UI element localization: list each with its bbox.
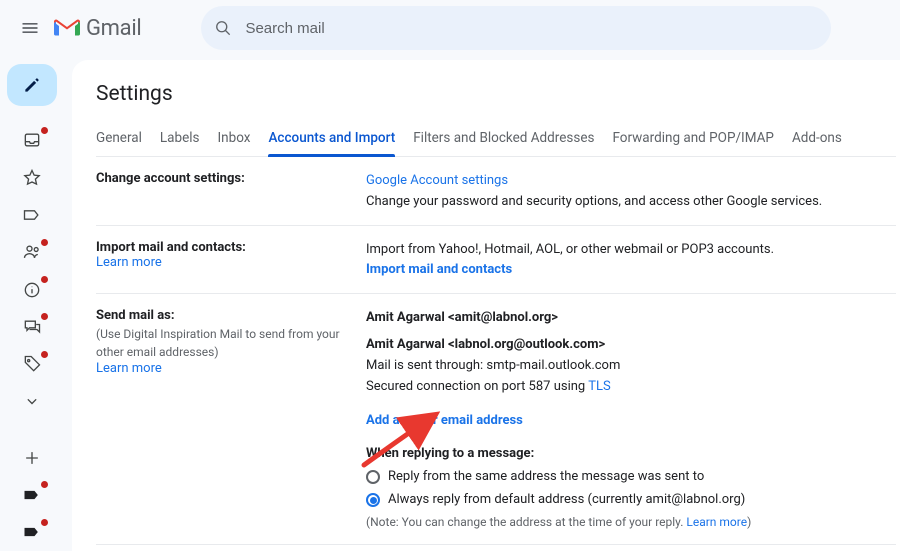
section-import: Import mail and contacts: Learn more Imp…: [96, 226, 896, 295]
people-icon: [22, 242, 42, 262]
section-check-mail: Check mail from other accounts: Learn mo…: [96, 545, 896, 551]
label-icon: [22, 205, 42, 225]
reply-option-default-address[interactable]: Always reply from default address (curre…: [366, 490, 896, 511]
compose-button[interactable]: [7, 64, 57, 106]
add-another-email-link[interactable]: Add another email address: [366, 413, 523, 428]
send-as-route: Mail is sent through: smtp-mail.outlook.…: [366, 356, 896, 377]
search-bar[interactable]: [201, 6, 831, 50]
settings-tabs: General Labels Inbox Accounts and Import…: [96, 124, 896, 157]
send-as-secondary: Amit Agarwal <labnol.org@outlook.com>: [366, 335, 896, 356]
sidebar-people-icon[interactable]: [18, 241, 46, 264]
reply-note-prefix: (Note: You can change the address at the…: [366, 515, 686, 529]
info-icon: [22, 280, 42, 300]
google-account-settings-link[interactable]: Google Account settings: [366, 173, 508, 188]
search-icon: [213, 18, 233, 38]
section-change-account: Change account settings: Google Account …: [96, 157, 896, 226]
reply-opt1-label: Reply from the same address the message …: [388, 467, 704, 488]
reply-note-learn-more-link[interactable]: Learn more: [686, 515, 747, 529]
send-as-sub: (Use Digital Inspiration Mail to send fr…: [96, 325, 350, 361]
plus-icon: [22, 448, 42, 468]
sidebar-more-toggle[interactable]: [18, 390, 46, 413]
import-title: Import mail and contacts:: [96, 240, 350, 255]
radio-checked-icon: [366, 493, 380, 507]
send-as-learn-more-link[interactable]: Learn more: [96, 361, 162, 376]
change-account-desc: Change your password and security option…: [366, 194, 822, 209]
sidebar-custom-label-2[interactable]: [18, 521, 46, 544]
gmail-logo[interactable]: Gmail: [54, 16, 141, 41]
tag-icon: [22, 354, 42, 374]
reply-heading: When replying to a message:: [366, 444, 896, 465]
sidebar-starred-icon[interactable]: [18, 166, 46, 189]
star-icon: [22, 168, 42, 188]
tab-labels[interactable]: Labels: [160, 124, 200, 156]
tab-accounts-and-import[interactable]: Accounts and Import: [268, 124, 395, 156]
label-filled-icon: [22, 522, 42, 542]
tls-link[interactable]: TLS: [588, 379, 610, 394]
tab-general[interactable]: General: [96, 124, 142, 156]
pencil-icon: [22, 75, 42, 95]
import-learn-more-link[interactable]: Learn more: [96, 255, 162, 270]
import-mail-contacts-link[interactable]: Import mail and contacts: [366, 262, 512, 277]
send-as-primary: Amit Agarwal <amit@labnol.org>: [366, 308, 896, 329]
sidebar-add-label[interactable]: [18, 446, 46, 469]
change-account-title: Change account settings:: [96, 171, 350, 186]
hamburger-icon: [20, 18, 40, 38]
search-input[interactable]: [243, 19, 819, 38]
sidebar-custom-label-1[interactable]: [18, 483, 46, 506]
gmail-logo-icon: [54, 18, 80, 38]
import-desc: Import from Yahoo!, Hotmail, AOL, or oth…: [366, 242, 774, 257]
sidebar-promotions-icon[interactable]: [18, 353, 46, 376]
sidebar-inbox-icon[interactable]: [18, 129, 46, 152]
tab-addons[interactable]: Add-ons: [792, 124, 842, 156]
send-as-title: Send mail as:: [96, 308, 350, 323]
sidebar-label-icon[interactable]: [18, 203, 46, 226]
radio-unchecked-icon: [366, 470, 380, 484]
tab-forwarding[interactable]: Forwarding and POP/IMAP: [612, 124, 773, 156]
sidebar-updates-icon[interactable]: [18, 278, 46, 301]
forums-icon: [22, 317, 42, 337]
section-send-mail-as: Send mail as: (Use Digital Inspiration M…: [96, 294, 896, 545]
label-filled-icon: [22, 485, 42, 505]
inbox-icon: [22, 130, 42, 150]
tab-filters[interactable]: Filters and Blocked Addresses: [413, 124, 594, 156]
tab-inbox[interactable]: Inbox: [218, 124, 251, 156]
gmail-logo-text: Gmail: [86, 16, 141, 41]
header: Gmail: [0, 0, 900, 56]
page-title: Settings: [96, 82, 896, 106]
reply-opt2-label: Always reply from default address (curre…: [388, 490, 745, 511]
chevron-down-icon: [22, 391, 42, 411]
main-menu-button[interactable]: [8, 6, 52, 50]
reply-note-suffix: ): [747, 515, 751, 529]
send-as-secure-prefix: Secured connection on port 587 using: [366, 379, 588, 394]
settings-panel: Settings General Labels Inbox Accounts a…: [72, 60, 900, 551]
left-rail: [0, 60, 64, 551]
reply-option-same-address[interactable]: Reply from the same address the message …: [366, 467, 896, 488]
sidebar-forums-icon[interactable]: [18, 315, 46, 338]
